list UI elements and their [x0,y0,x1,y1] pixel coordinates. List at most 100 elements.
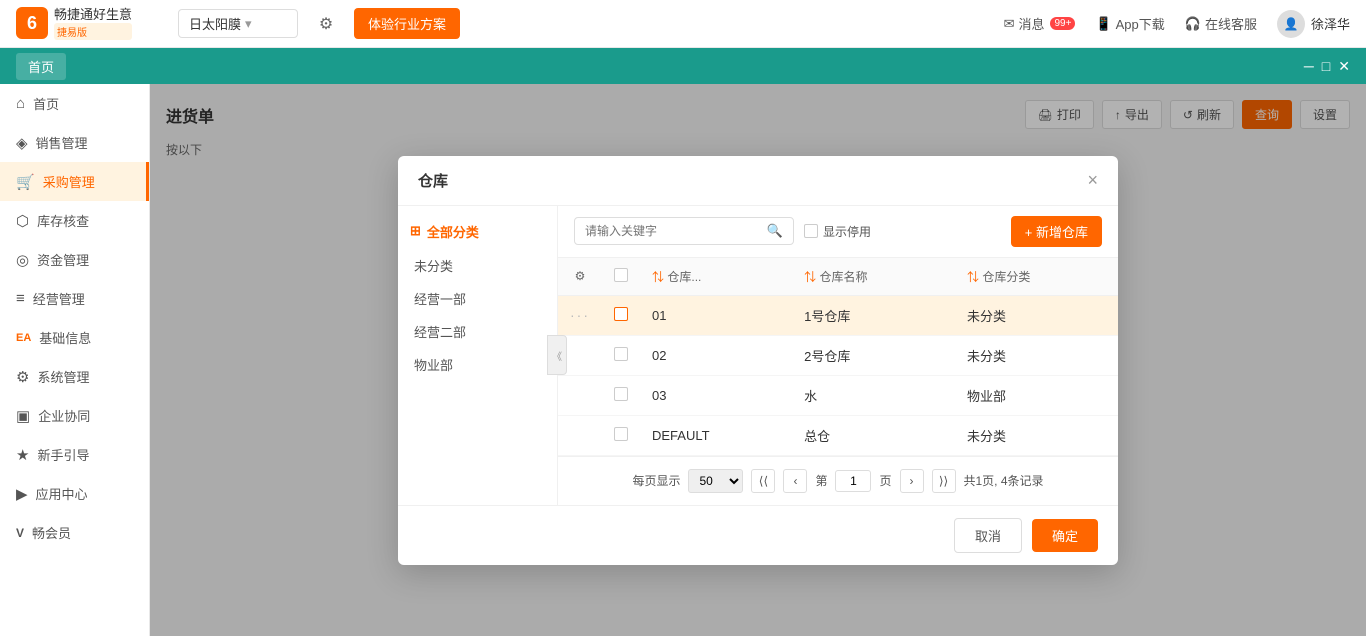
row-name: 2号仓库 [792,335,955,375]
show-disabled-checkbox[interactable]: 显示停用 [804,223,871,240]
grid-icon: ⊞ [410,223,421,239]
window-restore-icon[interactable]: □ [1322,58,1330,75]
sidebar-item-member[interactable]: V 畅会员 [0,513,149,552]
table-row[interactable]: 03 水 物业部 [558,375,1118,415]
sidebar-item-operations[interactable]: ≡ 经营管理 [0,279,149,318]
row-checkbox[interactable] [614,307,628,321]
inventory-icon: ⬡ [16,212,29,230]
user-area[interactable]: 👤 徐泽华 [1277,10,1350,38]
sidebar-item-enterprise[interactable]: ▣ 企业协同 [0,396,149,435]
trial-button[interactable]: 体验行业方案 [354,8,460,39]
category-item-ops1[interactable]: 经营一部 [398,282,557,315]
logo-area: 6 畅捷通好生意 捷易版 [16,7,166,41]
col-header-category[interactable]: ⇅ 仓库分类 [955,258,1118,296]
messages-item[interactable]: ✉ 消息 99+ [1004,14,1076,33]
modal-close-button[interactable]: × [1087,171,1098,189]
confirm-button[interactable]: 确定 [1032,519,1098,552]
app-icon: ▶ [16,485,28,503]
modal-title: 仓库 [418,170,448,191]
online-service-item[interactable]: 🎧 在线客服 [1185,14,1257,33]
row-checkbox[interactable] [614,427,628,441]
brand-name: 畅捷通好生意 [54,7,132,24]
disabled-checkbox-box[interactable] [804,224,818,238]
first-page-icon: ⟨⟨ [759,474,768,488]
settings-icon[interactable]: ⚙ [310,8,342,40]
prev-page-button[interactable]: ‹ [783,469,807,493]
category-item-unclassified[interactable]: 未分类 [398,249,557,282]
row-dots-icon[interactable]: ··· [570,307,590,323]
category-panel: ⊞ 全部分类 未分类 经营一部 经营二部 物业部 [398,206,558,505]
sidebar-label-app: 应用中心 [36,484,88,503]
per-page-label: 每页显示 [632,472,680,489]
category-all-label: 全部分类 [427,222,479,241]
row-checkbox-cell[interactable] [602,295,640,335]
total-info: 共1页, 4条记录 [964,472,1044,489]
messages-badge: 99+ [1050,17,1075,30]
category-item-ops2[interactable]: 经营二部 [398,315,557,348]
category-all[interactable]: ⊞ 全部分类 [398,214,557,249]
guide-icon: ★ [16,446,29,464]
per-page-select[interactable]: 50 100 200 [688,469,743,493]
col-header-name[interactable]: ⇅ 仓库名称 [792,258,955,296]
page-number-input[interactable] [835,470,871,492]
messages-label: 消息 [1018,14,1044,33]
name-sort-icon: ⇅ [804,270,816,284]
system-icon: ⚙ [16,368,29,386]
collapse-panel-button[interactable]: 《 [547,335,567,375]
tab-home[interactable]: 首页 [16,53,66,80]
row-code: 01 [640,295,792,335]
table-row[interactable]: ··· 01 1号仓库 未分类 [558,295,1118,335]
row-checkbox[interactable] [614,347,628,361]
sidebar-label-inventory: 库存核查 [37,211,89,230]
row-category: 物业部 [955,375,1118,415]
select-all-checkbox[interactable] [614,268,628,282]
gear-col-icon: ⚙ [575,269,586,283]
search-icon[interactable]: 🔍 [767,223,783,239]
cancel-button[interactable]: 取消 [954,518,1022,553]
row-checkbox-cell[interactable] [602,415,640,455]
pagination: 每页显示 50 100 200 ⟨⟨ ‹ [558,456,1118,505]
window-minimize-icon[interactable]: ─ [1304,58,1314,75]
member-icon: V [16,526,24,540]
sidebar-item-system[interactable]: ⚙ 系统管理 [0,357,149,396]
row-options: ··· [558,295,602,335]
sub-header-controls: ─ □ ✕ [1304,58,1350,75]
table-row[interactable]: 02 2号仓库 未分类 [558,335,1118,375]
category-item-property[interactable]: 物业部 [398,348,557,381]
store-selector[interactable]: 日太阳膜 ▾ [178,9,298,38]
first-page-button[interactable]: ⟨⟨ [751,469,775,493]
app-logo-icon: 6 [16,7,48,39]
basic-icon: EA [16,332,31,344]
row-name: 水 [792,375,955,415]
last-page-button[interactable]: ⟩⟩ [932,469,956,493]
store-dropdown-icon: ▾ [245,16,252,32]
sidebar-item-app[interactable]: ▶ 应用中心 [0,474,149,513]
row-checkbox-cell[interactable] [602,375,640,415]
window-close-icon[interactable]: ✕ [1338,58,1350,75]
sidebar-item-procurement[interactable]: 🛒 采购管理 [0,162,149,201]
content-area: 进货单 🖨 打印 ↑ 导出 ↺ 刷新 查询 设置 [150,84,1366,636]
col-header-code[interactable]: ⇅ 仓库... [640,258,792,296]
search-input[interactable] [585,224,761,238]
sidebar-item-finance[interactable]: ◎ 资金管理 [0,240,149,279]
sidebar-item-inventory[interactable]: ⬡ 库存核查 [0,201,149,240]
search-box[interactable]: 🔍 [574,217,794,245]
modal-overlay: 仓库 × ⊞ 全部分类 未分类 经营 [150,84,1366,636]
top-header: 6 畅捷通好生意 捷易版 日太阳膜 ▾ ⚙ 体验行业方案 ✉ 消息 99+ 📱 … [0,0,1366,48]
row-category: 未分类 [955,295,1118,335]
next-page-button[interactable]: › [900,469,924,493]
row-checkbox-cell[interactable] [602,335,640,375]
add-warehouse-button[interactable]: + 新增仓库 [1011,216,1102,247]
modal-header: 仓库 × [398,156,1118,206]
col-header-check[interactable] [602,258,640,296]
code-sort-icon: ⇅ [652,270,664,284]
sidebar-item-basic[interactable]: EA 基础信息 [0,318,149,357]
sidebar-item-home[interactable]: ⌂ 首页 [0,84,149,123]
app-download-item[interactable]: 📱 App下载 [1095,14,1164,33]
row-checkbox[interactable] [614,387,628,401]
sidebar-item-sales[interactable]: ◈ 销售管理 [0,123,149,162]
sidebar-label-enterprise: 企业协同 [38,406,90,425]
table-row[interactable]: DEFAULT 总仓 未分类 [558,415,1118,455]
col-header-gear[interactable]: ⚙ [558,258,602,296]
sidebar-item-guide[interactable]: ★ 新手引导 [0,435,149,474]
